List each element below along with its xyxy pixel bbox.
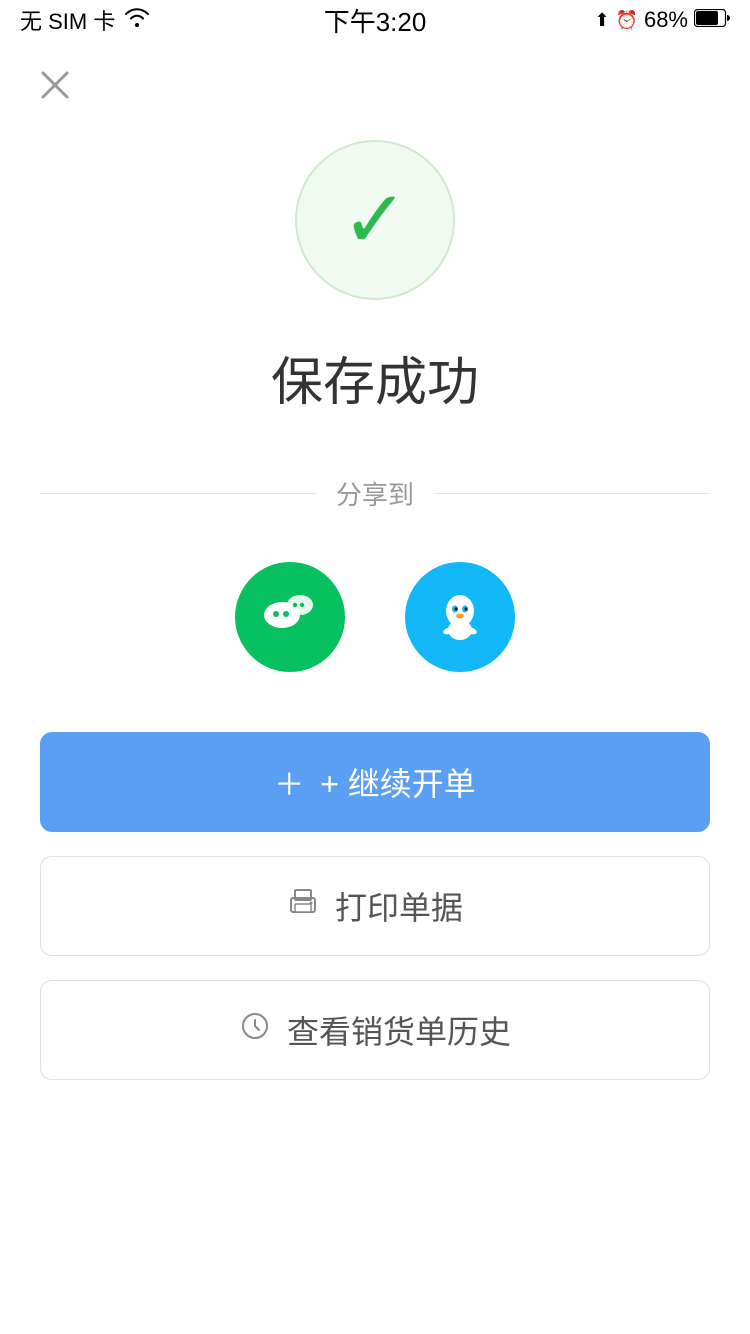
close-icon	[39, 69, 71, 101]
location-icon: ⬆	[594, 10, 609, 31]
share-wechat-button[interactable]	[235, 562, 345, 672]
share-section: 分享到	[0, 475, 750, 672]
print-label: 打印单据	[335, 883, 463, 929]
wifi-icon	[123, 6, 151, 34]
action-buttons: ＋ + 继续开单 打印单据	[0, 732, 750, 1080]
battery-icon	[694, 7, 730, 33]
qq-icon	[428, 585, 492, 649]
status-time: 下午3:20	[324, 2, 427, 39]
share-divider: 分享到	[40, 475, 710, 512]
history-icon	[239, 1010, 271, 1050]
alarm-icon: ⏰	[616, 10, 638, 31]
share-label: 分享到	[336, 475, 414, 512]
share-icons	[40, 562, 710, 672]
status-right: ⬆ ⏰ 68%	[594, 7, 730, 33]
success-title: 保存成功	[271, 340, 479, 415]
plus-icon: ＋	[274, 760, 304, 804]
status-bar: 无 SIM 卡 下午3:20 ⬆ ⏰ 68%	[0, 0, 750, 40]
share-qq-button[interactable]	[405, 562, 515, 672]
checkmark-circle: ✓	[295, 140, 455, 300]
wechat-icon	[258, 585, 322, 649]
continue-label: + 继续开单	[320, 759, 476, 805]
status-left: 无 SIM 卡	[20, 4, 151, 36]
success-section: ✓ 保存成功 分享到	[0, 40, 750, 1080]
checkmark-icon: ✓	[341, 180, 408, 260]
print-button[interactable]: 打印单据	[40, 856, 710, 956]
print-icon	[287, 886, 319, 926]
history-label: 查看销货单历史	[287, 1007, 511, 1053]
main-content: ✓ 保存成功 分享到	[0, 40, 750, 1334]
history-button[interactable]: 查看销货单历史	[40, 980, 710, 1080]
continue-order-button[interactable]: ＋ + 继续开单	[40, 732, 710, 832]
close-button[interactable]	[30, 60, 80, 110]
battery-label: 68%	[644, 7, 688, 33]
sim-label: 无 SIM 卡	[20, 4, 115, 36]
